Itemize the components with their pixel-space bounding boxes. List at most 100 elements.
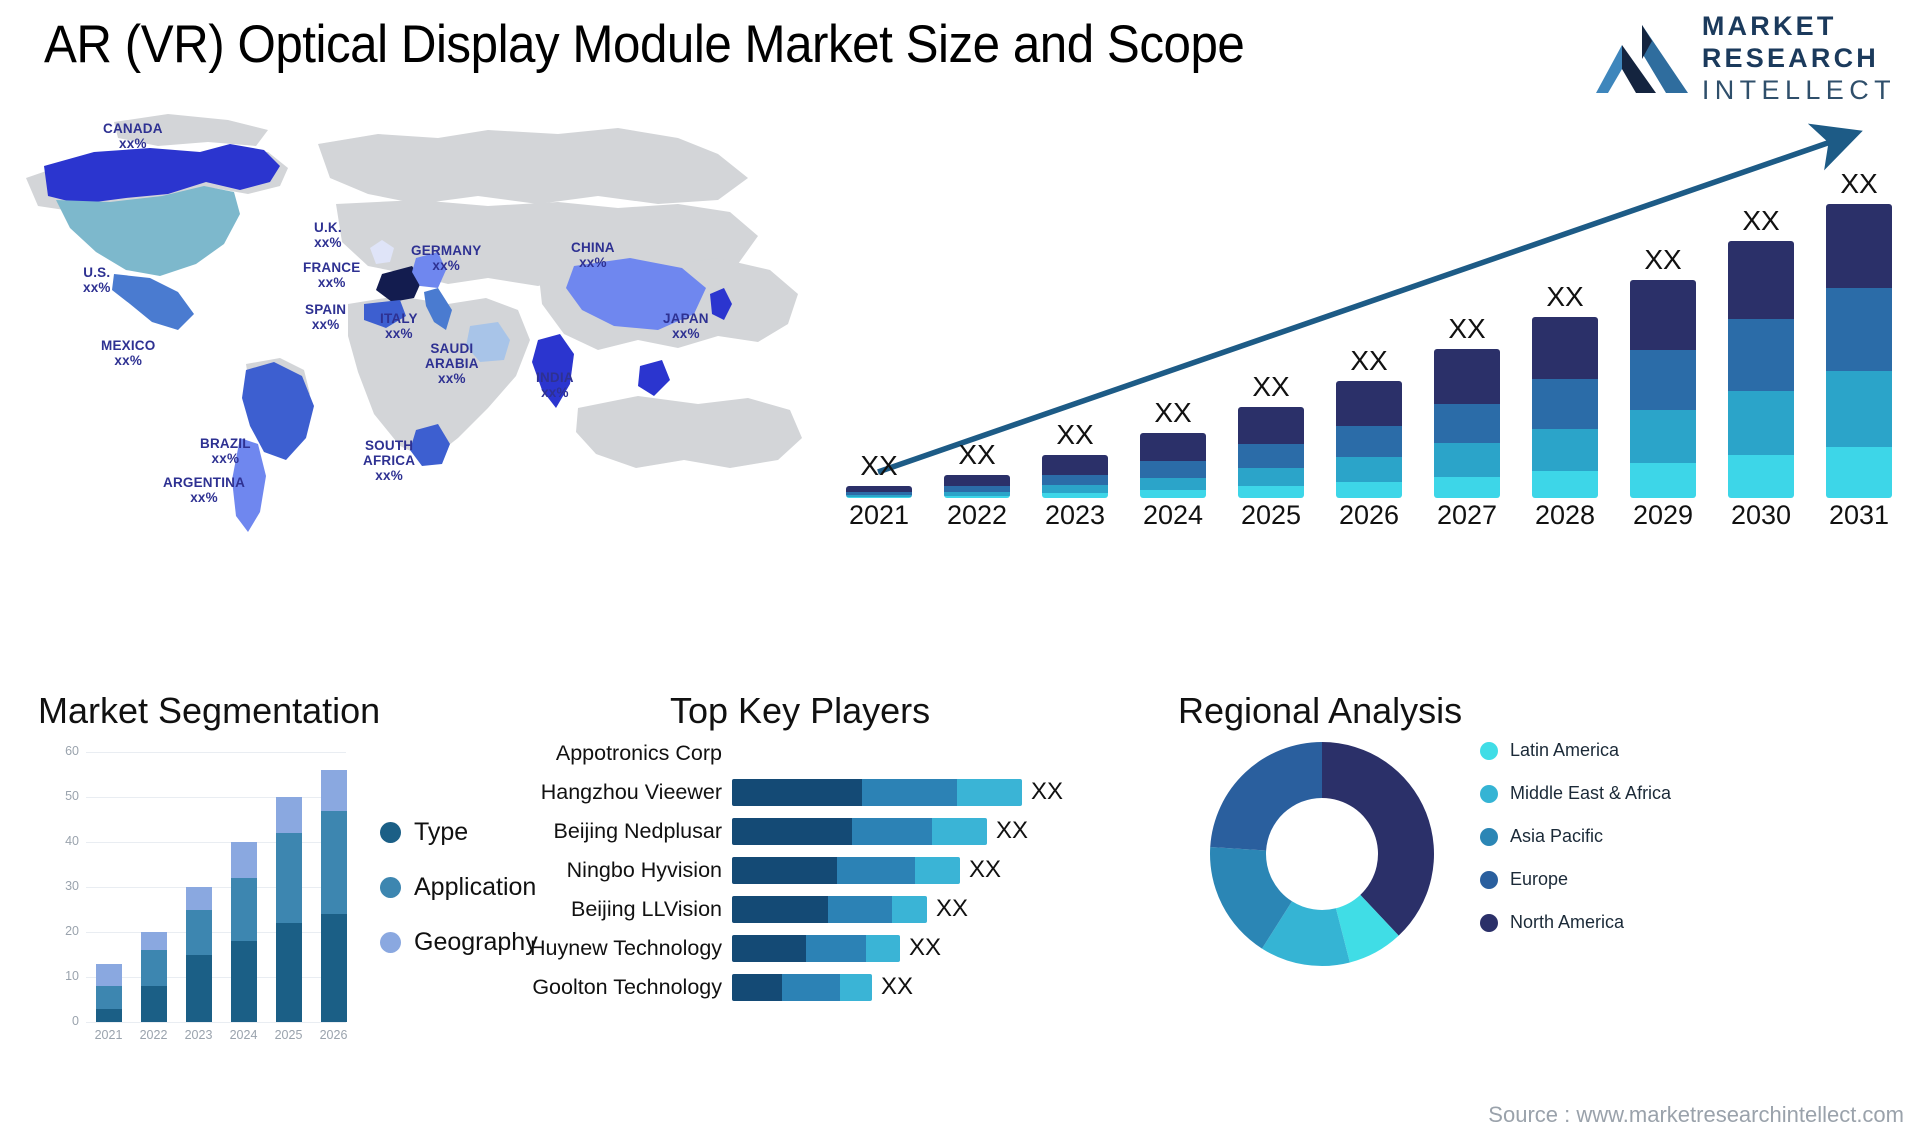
y-tick-label: 50 <box>65 789 79 803</box>
stacked-bar <box>1826 204 1892 498</box>
segmentation-stacked-bar <box>320 752 347 1022</box>
donut-slice-north-america[interactable] <box>1322 742 1434 936</box>
regional-legend-label: North America <box>1510 912 1625 932</box>
map-label-country: MEXICO <box>101 338 156 353</box>
segmentation-bar-column <box>131 752 176 1022</box>
map-label-percent: xx% <box>314 235 342 250</box>
regional-legend-item-asia-pacific[interactable]: Asia Pacific <box>1480 826 1671 847</box>
bar-segment-segment-1-bottom <box>1630 462 1696 498</box>
map-label-percent: xx% <box>672 326 700 341</box>
year-label: 2026 <box>1338 500 1400 530</box>
stacked-bar <box>1336 381 1402 498</box>
legend-item-application[interactable]: Application <box>380 873 538 902</box>
map-label-mexico: MEXICO xx% <box>101 338 155 368</box>
map-label-percent: xx% <box>311 317 340 332</box>
segmentation-title: Market Segmentation <box>38 690 381 731</box>
player-bar-seg-light <box>892 895 927 923</box>
player-row: Hangzhou Vieewer XX <box>530 777 1090 807</box>
bar-segment-segment-3 <box>1336 425 1402 458</box>
bar-segment-segment-4-top <box>1728 241 1794 319</box>
y-tick-label: 30 <box>65 879 79 893</box>
map-label-percent: xx% <box>119 136 147 151</box>
segmentation-x-label: 2023 <box>184 1028 213 1042</box>
regional-legend-item-latin-america[interactable]: Latin America <box>1480 740 1671 761</box>
world-map: CANADA xx% U.S. xx% MEXICO xx% BRAZIL xx% ARGENT… <box>18 108 818 568</box>
legend-swatch-icon <box>380 822 401 843</box>
bar-segment-segment-4-top <box>1630 279 1696 351</box>
main-bar-column: XX <box>1614 168 1712 498</box>
segmentation-bar-column <box>176 752 221 1022</box>
segment-type <box>140 986 167 1022</box>
legend-item-geography[interactable]: Geography <box>380 928 538 957</box>
year-label: 2024 <box>1142 500 1204 530</box>
segmentation-x-label: 2026 <box>319 1028 348 1042</box>
legend-label: Type <box>414 818 469 846</box>
year-label: 2025 <box>1240 500 1302 530</box>
map-label-percent: xx% <box>385 326 413 341</box>
segmentation-bar-column <box>311 752 356 1022</box>
stacked-bar <box>1434 349 1500 498</box>
donut-slice-europe[interactable] <box>1210 742 1322 851</box>
segmentation-stacked-bar <box>275 752 302 1022</box>
bar-segment-segment-2 <box>1238 467 1304 487</box>
main-years-row: 2021 2022 2023 2024 2025 2026 2027 2028 2029 2030… <box>830 500 1908 540</box>
main-bar-column: XX <box>1124 168 1222 498</box>
brand-logo: MARKET RESEARCH INTELLECT <box>1595 10 1896 103</box>
bar-segment-segment-1-bottom <box>1336 482 1402 498</box>
main-bar-column: XX <box>830 168 928 498</box>
regional-legend-item-north-america[interactable]: North America <box>1480 912 1671 933</box>
bar-segment-segment-2 <box>1140 477 1206 491</box>
player-name: Goolton Technology <box>532 974 722 999</box>
player-bar-seg-light <box>957 778 1022 806</box>
regional-analysis-panel: Regional Analysis Latin America Middle Ea… <box>1150 690 1910 1120</box>
segmentation-x-label: 2021 <box>94 1028 123 1042</box>
segmentation-stacked-bar <box>95 752 122 1022</box>
player-bar-seg-mid <box>852 817 932 845</box>
bar-segment-segment-4-top <box>1532 316 1598 380</box>
player-bar-seg-dark <box>732 934 806 962</box>
legend-label: Geography <box>414 928 538 956</box>
player-bar <box>732 817 987 845</box>
segment-type <box>185 954 212 1022</box>
bar-segment-segment-3 <box>1238 444 1304 468</box>
players-title: Top Key Players <box>670 690 931 731</box>
bar-value-label: XX <box>1252 371 1290 403</box>
stacked-bar <box>1042 455 1108 498</box>
bar-segment-segment-1-bottom <box>1238 486 1304 498</box>
bar-segment-segment-3 <box>1140 461 1206 478</box>
regional-legend-item-europe[interactable]: Europe <box>1480 869 1671 890</box>
stacked-bar <box>1630 279 1696 498</box>
bar-segment-segment-1-bottom <box>1042 493 1108 498</box>
bar-segment-segment-4-top <box>1140 432 1206 461</box>
bar-segment-segment-4-top <box>1042 455 1108 475</box>
regional-legend-item-middle-east-africa[interactable]: Middle East & Africa <box>1480 783 1671 804</box>
stacked-bar <box>944 474 1010 498</box>
map-label-country: FRANCE <box>303 260 361 275</box>
logo-line-1: MARKET <box>1701 10 1837 41</box>
year-label: 2031 <box>1828 500 1890 530</box>
map-label-saudi-arabia: SAUDI ARABIA xx% <box>425 341 479 386</box>
map-label-argentina: ARGENTINA xx% <box>163 475 245 505</box>
main-bar-column: XX <box>1320 168 1418 498</box>
map-label-country: INDIA <box>536 370 574 385</box>
bar-value-label: XX <box>1742 205 1780 236</box>
map-label-country: U.S. <box>83 265 111 280</box>
main-bars-row: XX XX XX XX XX XX XX XX XX XX XX <box>830 168 1908 498</box>
legend-swatch-icon <box>1480 914 1498 932</box>
player-bar-seg-light <box>840 973 872 1001</box>
map-label-spain: SPAIN xx% <box>305 302 346 332</box>
player-row: Beijing LLVision XX <box>530 894 1090 924</box>
map-label-country: BRAZIL <box>200 436 251 451</box>
bar-segment-segment-3 <box>1532 379 1598 429</box>
bar-value-label: XX <box>1546 280 1584 312</box>
y-tick-label: 0 <box>72 1014 79 1028</box>
regional-donut-chart <box>1202 734 1442 974</box>
regional-legend-label: Europe <box>1510 869 1569 889</box>
map-label-percent: xx% <box>317 275 346 290</box>
year-label: 2023 <box>1044 500 1106 530</box>
bar-segment-segment-2 <box>1042 485 1108 494</box>
gridline: 0 <box>72 1014 346 1028</box>
map-label-percent: xx% <box>375 468 403 483</box>
segment-type <box>275 923 302 1022</box>
legend-item-type[interactable]: Type <box>380 818 538 847</box>
